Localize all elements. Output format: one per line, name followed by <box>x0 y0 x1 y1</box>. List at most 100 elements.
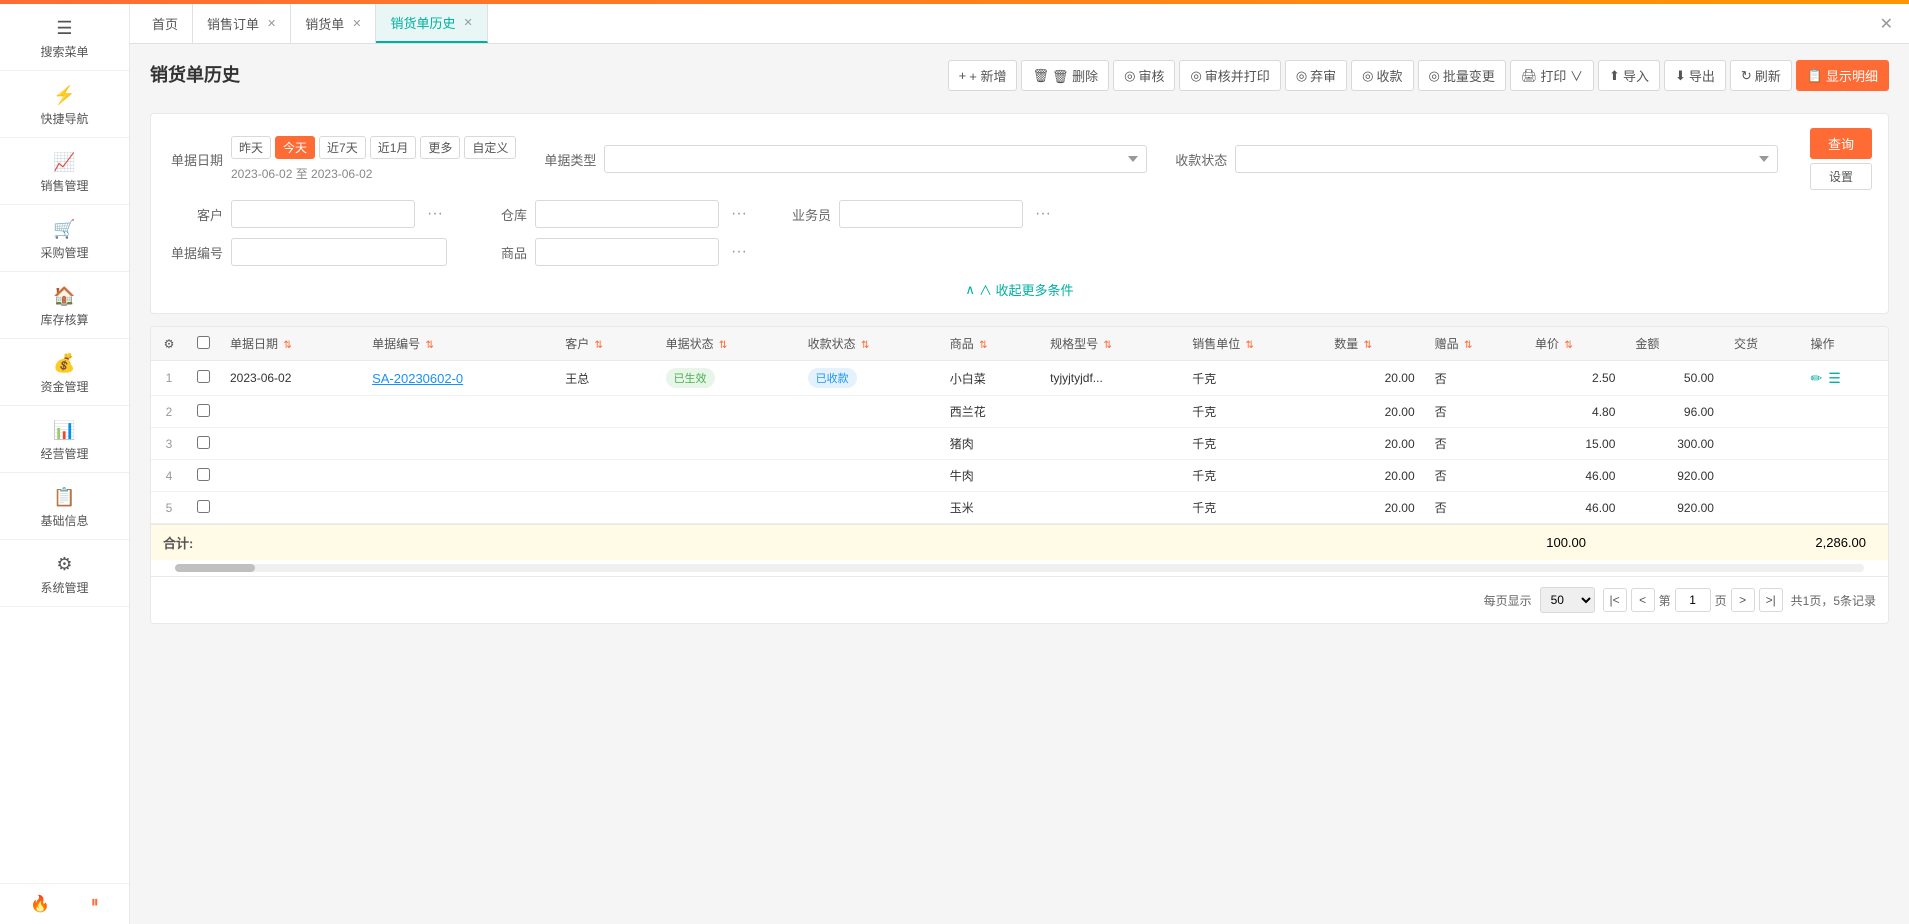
export-button[interactable]: ⬇ 导出 <box>1664 60 1726 91</box>
tab-home[interactable]: 首页 <box>138 4 193 43</box>
row-price: 46.00 <box>1525 492 1625 524</box>
filter-warehouse-input[interactable] <box>535 200 719 228</box>
row-num: 5 <box>151 492 187 524</box>
sidebar-item-basic-info[interactable]: 📋 基础信息 <box>0 473 129 540</box>
col-gift[interactable]: 赠品 ⇅ <box>1425 327 1525 361</box>
row-checkbox-input[interactable] <box>197 404 210 417</box>
page-nav: |< < 第 页 > >| <box>1603 588 1783 612</box>
date-btn-more[interactable]: 更多 <box>420 136 460 159</box>
sidebar-tool-pause[interactable]: ⏸ <box>91 894 99 914</box>
sidebar-item-purchase-mgmt[interactable]: 🛒 采购管理 <box>0 205 129 272</box>
filter-collection-status-select[interactable] <box>1235 145 1778 173</box>
sidebar-item-finance-mgmt[interactable]: 💰 资金管理 <box>0 339 129 406</box>
row-product: 西兰花 <box>940 396 1040 428</box>
filter-salesperson-input[interactable] <box>839 200 1023 228</box>
sidebar-item-ops-mgmt[interactable]: 📊 经营管理 <box>0 406 129 473</box>
row-price: 46.00 <box>1525 460 1625 492</box>
date-btn-1month[interactable]: 近1月 <box>370 136 417 159</box>
review-button[interactable]: ◎ 审核 <box>1113 60 1175 91</box>
scroll-thumb[interactable] <box>175 564 255 572</box>
date-btn-custom[interactable]: 自定义 <box>464 136 516 159</box>
sidebar-item-sys-mgmt[interactable]: ⚙ 系统管理 <box>0 540 129 607</box>
col-doc-status[interactable]: 单据状态 ⇅ <box>656 327 798 361</box>
tab-sales-history[interactable]: 销货单历史 ✕ <box>376 4 487 43</box>
col-qty[interactable]: 数量 ⇅ <box>1324 327 1424 361</box>
sidebar-item-label-finance-mgmt: 资金管理 <box>40 378 88 395</box>
show-detail-button[interactable]: 📋 显示明细 <box>1796 60 1889 91</box>
refresh-button[interactable]: ↻ 刷新 <box>1730 60 1792 91</box>
page-last-btn[interactable]: >| <box>1759 588 1783 612</box>
col-unit[interactable]: 销售单位 ⇅ <box>1182 327 1324 361</box>
abandon-button[interactable]: ◎ 弃审 <box>1285 60 1347 91</box>
row-num: 3 <box>151 428 187 460</box>
review-print-button[interactable]: ◎ 审核并打印 <box>1179 60 1280 91</box>
sidebar-item-inventory[interactable]: 🏠 库存核算 <box>0 272 129 339</box>
page-size-select[interactable]: 20 50 100 <box>1540 587 1595 613</box>
query-button[interactable]: 查询 <box>1810 128 1872 159</box>
page-first-btn[interactable]: |< <box>1603 588 1627 612</box>
more-action-icon[interactable]: ☰ <box>1828 370 1841 387</box>
col-pay-status[interactable]: 收款状态 ⇅ <box>798 327 940 361</box>
date-btn-yesterday[interactable]: 昨天 <box>231 136 271 159</box>
col-settings[interactable]: ⚙ <box>151 327 187 361</box>
col-spec[interactable]: 规格型号 ⇅ <box>1040 327 1182 361</box>
collect-button[interactable]: ◎ 收款 <box>1351 60 1413 91</box>
edit-icon[interactable]: ✏ <box>1810 370 1822 387</box>
row-delivery <box>1724 361 1801 396</box>
row-spec <box>1040 396 1182 428</box>
tab-sales-history-close[interactable]: ✕ <box>464 16 473 29</box>
row-checkbox-input[interactable] <box>197 370 210 383</box>
page-prev-btn[interactable]: < <box>1631 588 1655 612</box>
row-checkbox-input[interactable] <box>197 500 210 513</box>
row-number <box>362 460 555 492</box>
row-doc-status <box>656 460 798 492</box>
col-customer[interactable]: 客户 ⇅ <box>555 327 655 361</box>
page-next-btn[interactable]: > <box>1731 588 1755 612</box>
filter-doc-type-select[interactable] <box>604 145 1147 173</box>
delete-button[interactable]: 🗑🗑 删除 <box>1021 60 1109 91</box>
data-table-wrapper: ⚙ 单据日期 ⇅ 单据编号 ⇅ 客户 ⇅ 单据状态 ⇅ 收款状态 ⇅ 商品 ⇅ … <box>150 326 1889 624</box>
doc-number-link[interactable]: SA-20230602-0 <box>372 371 463 386</box>
tab-close-all[interactable]: ✕ <box>1872 14 1901 34</box>
sidebar-item-sales-mgmt[interactable]: 📈 销售管理 <box>0 138 129 205</box>
tab-sales-order[interactable]: 销售订单 ✕ <box>193 4 291 43</box>
add-button[interactable]: ++ 新增 <box>948 60 1018 91</box>
tab-sales-delivery[interactable]: 销货单 ✕ <box>291 4 376 43</box>
filter-collection-status: 收款状态 <box>1171 145 1778 173</box>
filter-customer-input[interactable] <box>231 200 415 228</box>
row-num: 1 <box>151 361 187 396</box>
date-btn-7days[interactable]: 近7天 <box>319 136 366 159</box>
col-product[interactable]: 商品 ⇅ <box>940 327 1040 361</box>
filter-product-ellipsis[interactable]: ··· <box>727 243 751 261</box>
sidebar-item-quick-nav[interactable]: ⚡ 快捷导航 <box>0 71 129 138</box>
tab-sales-order-close[interactable]: ✕ <box>267 17 276 30</box>
row-checkbox-input[interactable] <box>197 436 210 449</box>
import-button[interactable]: ⬆ 导入 <box>1598 60 1660 91</box>
filter-row-1: 单据日期 昨天 今天 近7天 近1月 更多 自定义 2023-06-02 至 2… <box>167 128 1872 190</box>
sidebar-item-search-menu[interactable]: ☰ 搜索菜单 <box>0 4 129 71</box>
sort-icon-date: ⇅ <box>283 340 291 351</box>
col-checkbox[interactable] <box>187 327 220 361</box>
row-pay-status <box>798 492 940 524</box>
row-checkbox-input[interactable] <box>197 468 210 481</box>
table-row: 5玉米千克20.00否46.00920.00 <box>151 492 1888 524</box>
batch-change-button[interactable]: ◎ 批量变更 <box>1418 60 1506 91</box>
date-btn-today[interactable]: 今天 <box>275 136 315 159</box>
sidebar-tool-fire[interactable]: 🔥 <box>30 894 50 914</box>
collapse-filter-btn[interactable]: ∧ ∧ 收起更多条件 <box>167 276 1872 299</box>
filter-doc-number-input[interactable] <box>231 238 447 266</box>
filter-product-input[interactable] <box>535 238 719 266</box>
col-date[interactable]: 单据日期 ⇅ <box>220 327 362 361</box>
horizontal-scrollbar[interactable] <box>175 564 1864 572</box>
tab-sales-delivery-close[interactable]: ✕ <box>352 17 361 30</box>
col-number[interactable]: 单据编号 ⇅ <box>362 327 555 361</box>
filter-salesperson-ellipsis[interactable]: ··· <box>1031 205 1055 223</box>
filter-customer-ellipsis[interactable]: ··· <box>423 205 447 223</box>
page-number-input[interactable] <box>1675 588 1711 612</box>
ops-mgmt-icon: 📊 <box>53 420 75 441</box>
filter-warehouse-ellipsis[interactable]: ··· <box>727 205 751 223</box>
col-price[interactable]: 单价 ⇅ <box>1525 327 1625 361</box>
print-button[interactable]: 🖨 打印 ∨ <box>1510 60 1594 91</box>
settings-button[interactable]: 设置 <box>1810 163 1872 190</box>
select-all-checkbox[interactable] <box>197 336 210 349</box>
